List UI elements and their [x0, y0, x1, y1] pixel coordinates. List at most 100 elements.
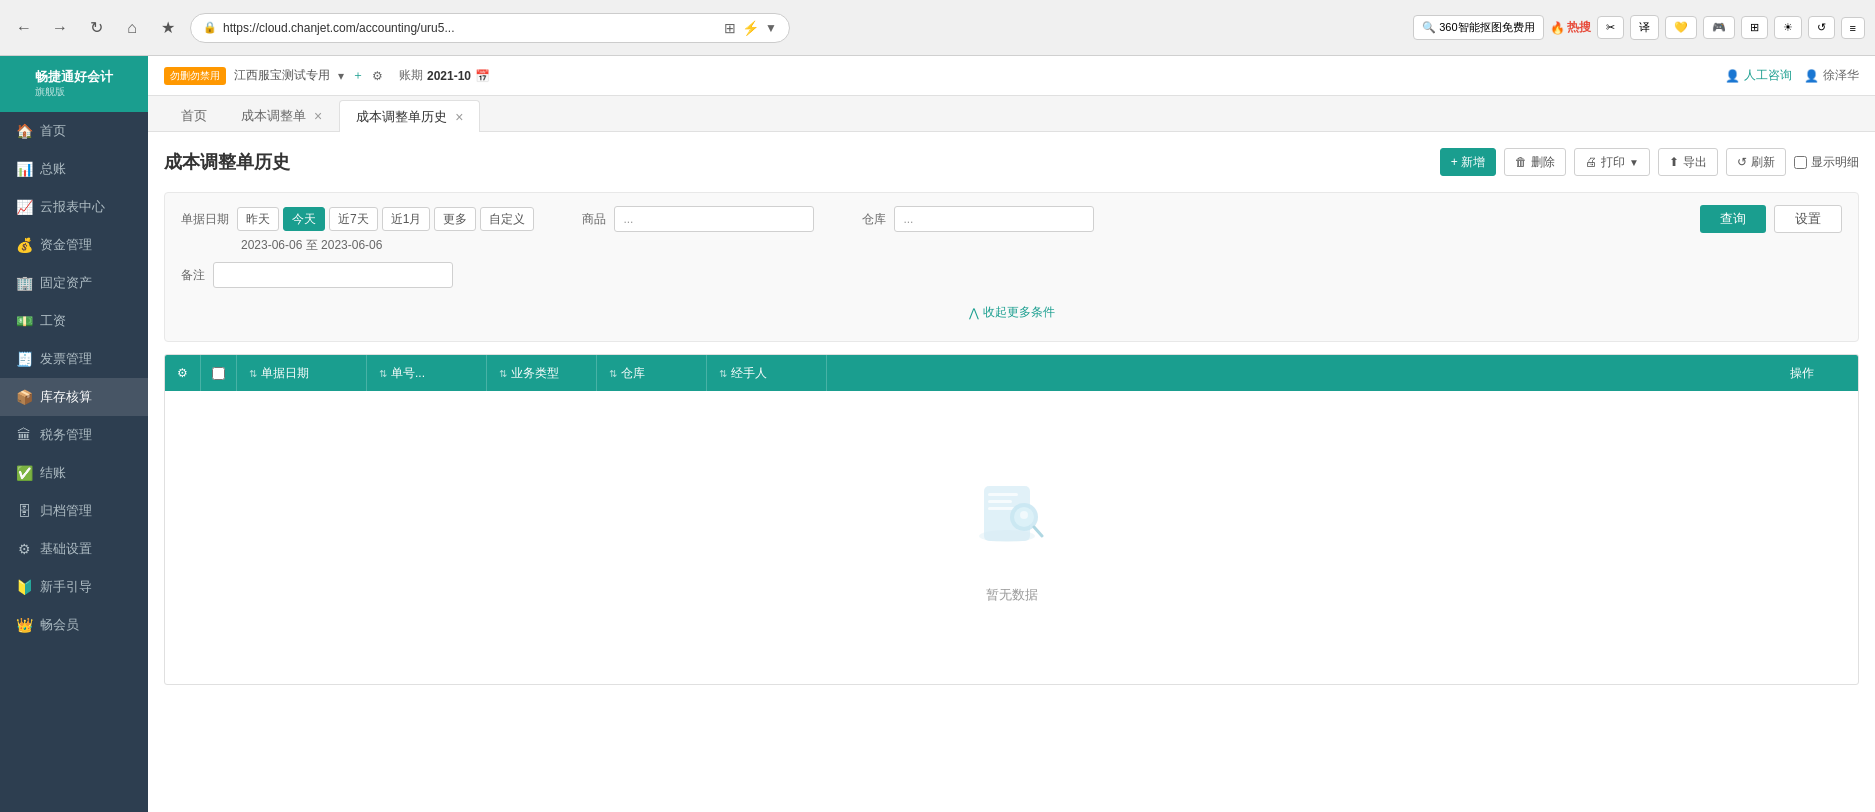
sidebar-item-settings[interactable]: ⚙基础设置 [0, 530, 148, 568]
dropdown-icon[interactable]: ▾ [338, 69, 344, 83]
translate-btn[interactable]: 译 [1630, 15, 1659, 40]
column-handler[interactable]: ⇅ 经手人 [707, 355, 827, 391]
column-warehouse[interactable]: ⇅ 仓库 [597, 355, 707, 391]
filter-row-1: 单据日期 昨天今天近7天近1月更多自定义 商品 ... 仓库 [181, 205, 1842, 233]
menu-label-invoice: 发票管理 [40, 350, 92, 368]
coin-btn[interactable]: 💛 [1665, 16, 1697, 39]
reload-button[interactable]: ↻ [82, 14, 110, 42]
sidebar-item-member[interactable]: 👑畅会员 [0, 606, 148, 644]
sort-icon-date: ⇅ [249, 368, 257, 379]
chevron-up-icon: ⋀ [969, 306, 979, 320]
menu-label-inventory: 库存核算 [40, 388, 92, 406]
sidebar-item-tax[interactable]: 🏛税务管理 [0, 416, 148, 454]
undo-btn[interactable]: ↺ [1808, 16, 1835, 39]
user-service[interactable]: 👤 人工咨询 [1725, 67, 1792, 84]
menu-icon-member: 👑 [16, 617, 32, 633]
sidebar-item-closing[interactable]: ✅ 结账 [0, 454, 148, 492]
address-bar[interactable]: 🔒 https://cloud.chanjet.com/accounting/u… [190, 13, 790, 43]
browser-chrome: ← → ↻ ⌂ ★ 🔒 https://cloud.chanjet.com/ac… [0, 0, 1875, 56]
product-select[interactable]: ... [614, 206, 814, 232]
date-btn-今天[interactable]: 今天 [283, 207, 325, 231]
sidebar-item-report[interactable]: 📈云报表中心 [0, 188, 148, 226]
menu-icon-report: 📈 [16, 199, 32, 215]
menu-label-home: 首页 [40, 122, 66, 140]
date-btn-自定义[interactable]: 自定义 [480, 207, 534, 231]
menu-label-closing: 结账 [40, 464, 66, 482]
date-btn-更多[interactable]: 更多 [434, 207, 476, 231]
sidebar-item-ledger[interactable]: 📊总账 [0, 150, 148, 188]
page-content: 成本调整单历史 + 新增 🗑 删除 🖨 打印 ▼ [148, 132, 1875, 812]
tab-close-tab-cost-adjust[interactable]: × [314, 109, 322, 123]
column-gear[interactable]: ⚙ [165, 355, 201, 391]
browser-dropdown-icon[interactable]: ▼ [765, 21, 777, 35]
sidebar-item-invoice[interactable]: 🧾发票管理 [0, 340, 148, 378]
refresh-btn[interactable]: ↺ 刷新 [1726, 148, 1786, 176]
search-tool-btn[interactable]: 🔍 360智能抠图免费用 [1413, 15, 1543, 40]
gear-icon: ⚙ [177, 366, 188, 380]
new-btn[interactable]: + 新增 [1440, 148, 1496, 176]
print-dropdown-icon[interactable]: ▼ [1629, 157, 1639, 168]
more-btn[interactable]: ≡ [1841, 17, 1865, 39]
warehouse-select[interactable]: ... [894, 206, 1094, 232]
settings-icon[interactable]: ⚙ [372, 69, 383, 83]
column-check[interactable] [201, 355, 237, 391]
delete-btn[interactable]: 🗑 删除 [1504, 148, 1566, 176]
show-detail-input[interactable] [1794, 156, 1807, 169]
menu-icon-archive: 🗄 [16, 503, 32, 519]
game-btn[interactable]: 🎮 [1703, 16, 1735, 39]
account-info: 勿删勿禁用 江西服宝测试专用 ▾ ＋ ⚙ [164, 67, 383, 85]
show-detail-checkbox[interactable]: 显示明细 [1794, 154, 1859, 171]
menu-icon-tax: 🏛 [16, 427, 32, 443]
forward-button[interactable]: → [46, 14, 74, 42]
calendar-icon[interactable]: 📅 [475, 69, 490, 83]
sidebar-item-home[interactable]: 🏠首页 [0, 112, 148, 150]
sidebar-item-archive[interactable]: 🗄归档管理 [0, 492, 148, 530]
tab-label-tab-cost-adjust: 成本调整单 [241, 107, 306, 125]
nav-tab-tab-home[interactable]: 首页 [164, 99, 224, 131]
date-btn-近7天[interactable]: 近7天 [329, 207, 378, 231]
add-icon[interactable]: ＋ [352, 67, 364, 84]
sidebar-item-finance[interactable]: 💰资金管理 [0, 226, 148, 264]
menu-icon-closing: ✅ [16, 465, 32, 481]
filter-area: 单据日期 昨天今天近7天近1月更多自定义 商品 ... 仓库 [164, 192, 1859, 342]
export-btn[interactable]: ⬆ 导出 [1658, 148, 1718, 176]
sidebar-menu: 🏠首页📊总账📈云报表中心💰资金管理🏢固定资产💵工资🧾发票管理📦库存核算🏛税务管理… [0, 112, 148, 812]
settings-btn[interactable]: 设置 [1774, 205, 1842, 233]
date-btn-近1月[interactable]: 近1月 [382, 207, 431, 231]
bookmark-button[interactable]: ★ [154, 14, 182, 42]
address-url: https://cloud.chanjet.com/accounting/uru… [223, 21, 454, 35]
nav-tab-tab-cost-adjust[interactable]: 成本调整单 × [224, 99, 339, 131]
sort-icon-biz: ⇅ [499, 368, 507, 379]
period-info: 账期 2021-10 📅 [399, 67, 490, 84]
period-label: 账期 [399, 67, 423, 84]
page-title: 成本调整单历史 [164, 150, 290, 174]
menu-icon-fixed-assets: 🏢 [16, 275, 32, 291]
brightness-btn[interactable]: ☀ [1774, 16, 1802, 39]
collapse-btn[interactable]: ⋀ 收起更多条件 [969, 304, 1055, 321]
browser-apps-icon: ⊞ [724, 20, 736, 36]
home-button[interactable]: ⌂ [118, 14, 146, 42]
back-button[interactable]: ← [10, 14, 38, 42]
sidebar-item-fixed-assets[interactable]: 🏢固定资产 [0, 264, 148, 302]
sidebar-item-guide[interactable]: 🔰新手引导 [0, 568, 148, 606]
grid-btn[interactable]: ⊞ [1741, 16, 1768, 39]
svg-rect-3 [988, 500, 1012, 503]
sidebar-item-inventory[interactable]: 📦库存核算 [0, 378, 148, 416]
print-btn-group: 🖨 打印 ▼ [1574, 148, 1650, 176]
sidebar-item-payroll[interactable]: 💵工资 [0, 302, 148, 340]
note-input[interactable] [213, 262, 453, 288]
query-btn[interactable]: 查询 [1700, 205, 1766, 233]
column-biz-type[interactable]: ⇅ 业务类型 [487, 355, 597, 391]
tab-close-tab-cost-adjust-history[interactable]: × [455, 110, 463, 124]
select-all-checkbox[interactable] [212, 367, 225, 380]
print-btn[interactable]: 🖨 打印 ▼ [1574, 148, 1650, 176]
scissors-btn[interactable]: ✂ [1597, 16, 1624, 39]
nav-tab-tab-cost-adjust-history[interactable]: 成本调整单历史× [339, 100, 480, 132]
date-range-text: 2023-06-06 至 2023-06-06 [241, 238, 382, 252]
menu-label-guide: 新手引导 [40, 578, 92, 596]
column-bill[interactable]: ⇅ 单号... [367, 355, 487, 391]
logo-text: 畅捷通好会计 [35, 69, 113, 85]
column-date[interactable]: ⇅ 单据日期 [237, 355, 367, 391]
menu-label-settings: 基础设置 [40, 540, 92, 558]
date-btn-昨天[interactable]: 昨天 [237, 207, 279, 231]
